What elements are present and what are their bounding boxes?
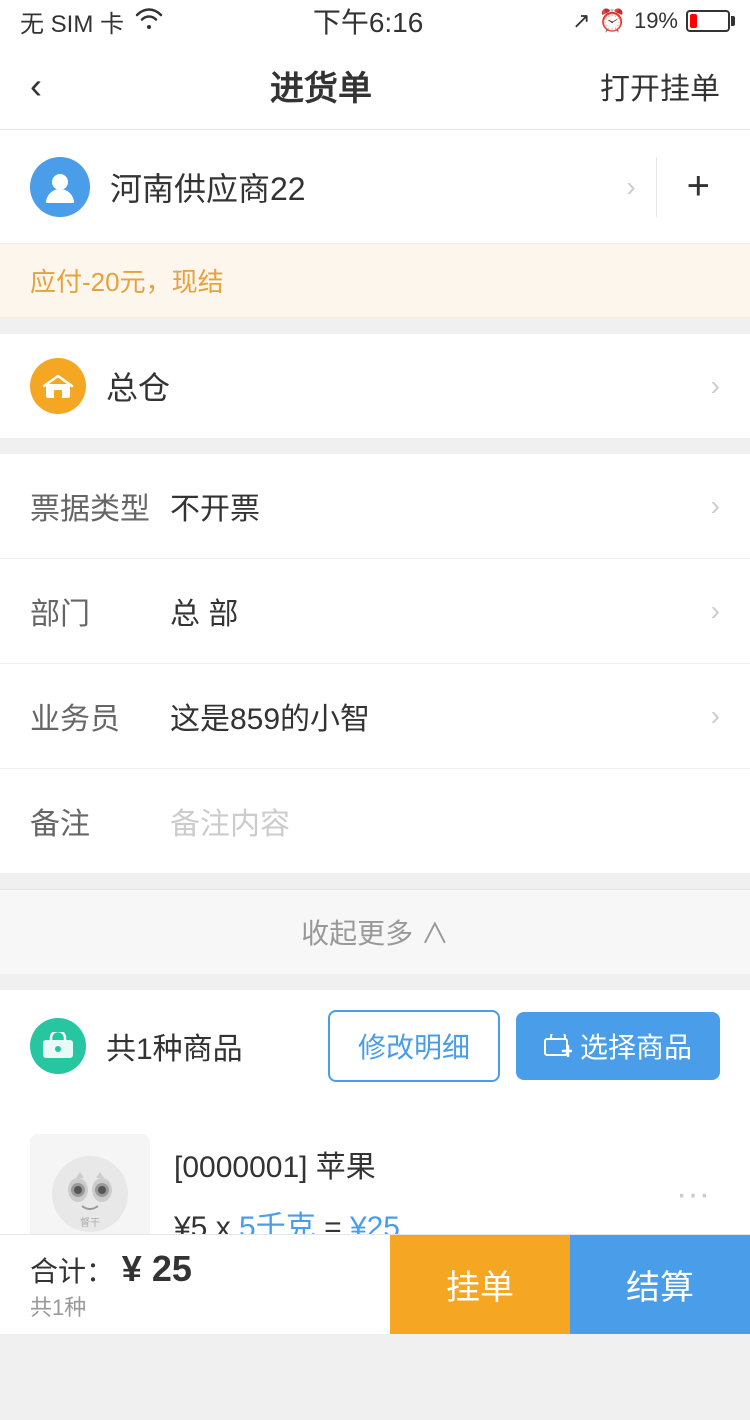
supplier-chevron-icon: › — [626, 171, 635, 203]
total-amount: ¥ 25 — [122, 1248, 192, 1289]
total-label: 合计： — [30, 1256, 114, 1287]
hang-button[interactable]: 挂单 — [390, 1235, 570, 1334]
supplier-name: 河南供应商22 — [110, 164, 626, 210]
alarm-icon: ⏰ — [599, 8, 626, 34]
product-name: [0000001] 苹果 — [174, 1142, 666, 1186]
products-count: 共1种商品 — [106, 1024, 328, 1068]
salesman-chevron-icon: › — [711, 700, 720, 732]
collapse-bar[interactable]: 收起更多 ∧ — [0, 889, 750, 974]
product-title: 苹果 — [316, 1151, 376, 1184]
bottom-bar: 合计： ¥ 25 共1种 挂单 结算 — [0, 1234, 750, 1334]
notice-text: 应付-20元，现结 — [30, 267, 224, 297]
open-hang-button[interactable]: 打开挂单 — [600, 64, 720, 108]
select-product-button[interactable]: 选择商品 — [516, 1012, 720, 1080]
select-product-label: 选择商品 — [580, 1026, 692, 1066]
back-button[interactable]: ‹ — [30, 65, 42, 107]
product-more-button[interactable]: ··· — [666, 1165, 720, 1224]
vertical-divider — [656, 157, 657, 217]
products-icon — [30, 1018, 86, 1074]
status-left: 无 SIM 卡 — [20, 4, 164, 39]
department-row[interactable]: 部门 总 部 › — [0, 559, 750, 664]
supplier-section: 河南供应商22 › + 应付-20元，现结 — [0, 130, 750, 318]
notice-bar: 应付-20元，现结 — [0, 243, 750, 318]
invoice-label: 票据类型 — [30, 484, 150, 528]
total-sub: 共1种 — [30, 1290, 360, 1322]
nav-bar: ‹ 进货单 打开挂单 — [0, 42, 750, 130]
invoice-row[interactable]: 票据类型 不开票 › — [0, 454, 750, 559]
invoice-value: 不开票 — [150, 484, 711, 528]
total-row: 合计： ¥ 25 — [30, 1248, 360, 1290]
remark-input[interactable]: 备注内容 — [150, 799, 720, 843]
status-right: ↗ ⏰ 19% — [572, 8, 730, 34]
carrier-label: 无 SIM 卡 — [20, 4, 124, 39]
department-label: 部门 — [30, 589, 150, 633]
battery-percent: 19% — [634, 8, 678, 34]
warehouse-name: 总仓 — [106, 363, 711, 409]
products-header: 共1种商品 修改明细 选择商品 — [0, 990, 750, 1102]
salesman-value: 这是859的小智 — [150, 694, 711, 738]
wifi-icon — [134, 7, 164, 36]
department-chevron-icon: › — [711, 595, 720, 627]
product-code: [0000001] — [174, 1151, 316, 1184]
remark-label: 备注 — [30, 799, 150, 843]
warehouse-icon — [30, 358, 86, 414]
checkout-button[interactable]: 结算 — [570, 1235, 750, 1334]
collapse-label: 收起更多 ∧ — [301, 918, 449, 949]
content-area: 河南供应商22 › + 应付-20元，现结 总仓 › 票据类型 — [0, 130, 750, 1420]
salesman-label: 业务员 — [30, 694, 150, 738]
warehouse-chevron-icon: › — [711, 370, 720, 402]
remark-row[interactable]: 备注 备注内容 — [0, 769, 750, 873]
status-bar: 无 SIM 卡 下午6:16 ↗ ⏰ 19% — [0, 0, 750, 42]
supplier-row[interactable]: 河南供应商22 › + — [0, 130, 750, 243]
supplier-avatar — [30, 157, 90, 217]
product-info: [0000001] 苹果 ¥5 x 5千克 = ¥25 — [174, 1142, 666, 1246]
department-value: 总 部 — [150, 589, 711, 633]
battery-fill — [690, 14, 697, 28]
add-supplier-button[interactable]: + — [677, 154, 720, 219]
location-icon: ↗ — [572, 8, 590, 34]
warehouse-row[interactable]: 总仓 › — [0, 334, 750, 438]
total-section: 合计： ¥ 25 共1种 — [0, 1235, 390, 1334]
edit-details-button[interactable]: 修改明细 — [328, 1010, 500, 1082]
page-title: 进货单 — [270, 61, 372, 110]
status-time: 下午6:16 — [313, 1, 424, 41]
svg-text:督干: 督干 — [80, 1216, 100, 1229]
battery-icon — [686, 10, 730, 32]
form-section: 票据类型 不开票 › 部门 总 部 › 业务员 这是859的小智 › 备注 备注… — [0, 454, 750, 873]
invoice-chevron-icon: › — [711, 490, 720, 522]
salesman-row[interactable]: 业务员 这是859的小智 › — [0, 664, 750, 769]
warehouse-section: 总仓 › — [0, 334, 750, 438]
